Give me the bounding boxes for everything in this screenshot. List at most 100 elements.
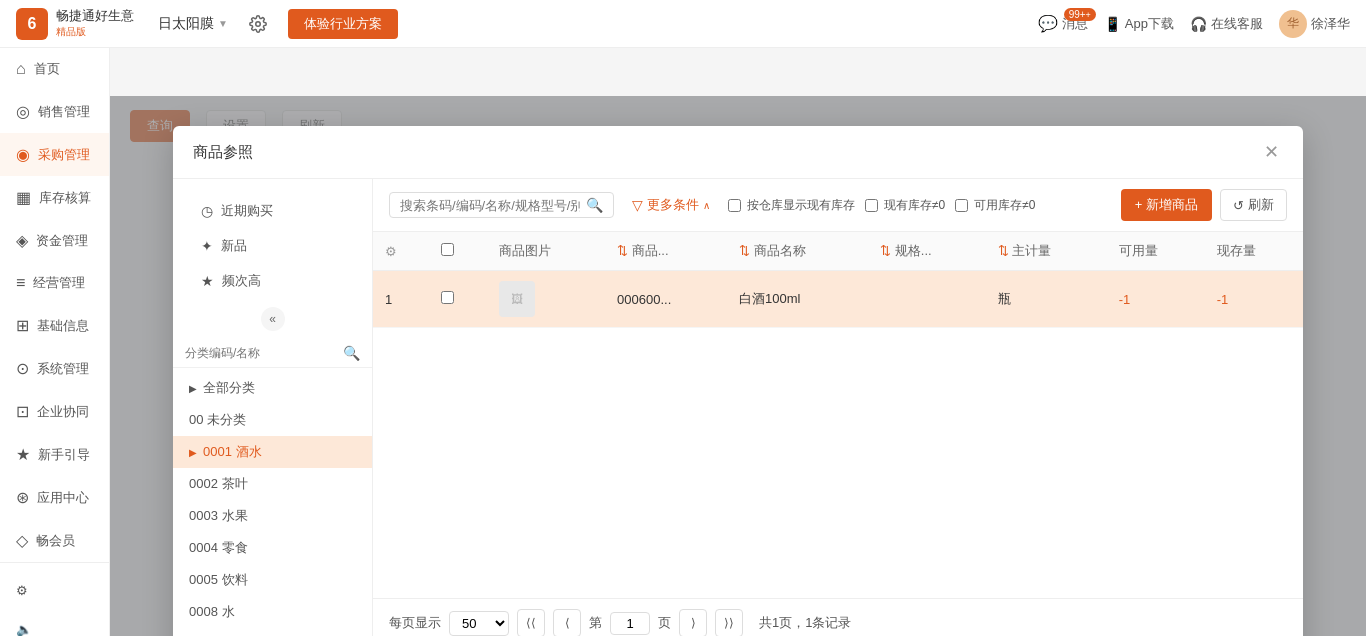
cat-item-0002[interactable]: 0002 茶叶	[173, 468, 372, 500]
collapse-btn[interactable]: «	[261, 307, 285, 331]
new-product-btn[interactable]: ✦ 新品	[189, 229, 356, 263]
last-page-btn[interactable]: ⟩⟩	[715, 609, 743, 636]
sidebar-guide-label: 新手引导	[38, 446, 90, 464]
select-all-checkbox[interactable]	[441, 243, 454, 256]
current-stock-checkbox-group[interactable]: 现有库存≠0	[865, 197, 945, 214]
modal-close-btn[interactable]: ✕	[1259, 140, 1283, 164]
sort-spec-icon[interactable]: ⇅	[880, 243, 891, 258]
cat-item-0008[interactable]: 0008 水	[173, 596, 372, 628]
nav-selector[interactable]: 日太阳膜 ▼	[146, 0, 240, 48]
app-name: 畅捷通好生意	[56, 8, 134, 25]
sidebar-item-purchase[interactable]: ◉ 采购管理	[0, 133, 109, 176]
basic-icon: ⊞	[16, 316, 29, 335]
available-stock-checkbox[interactable]	[955, 199, 968, 212]
volume-icon: 🔈	[16, 622, 32, 636]
selector-label: 日太阳膜	[158, 15, 214, 33]
cat-item-0010[interactable]: 0010 家电	[173, 628, 372, 636]
avatar: 华	[1279, 10, 1307, 38]
modal-header: 商品参照 ✕	[173, 126, 1303, 179]
frequent-btn[interactable]: ★ 频次高	[189, 264, 356, 298]
product-search-icon[interactable]: 🔍	[586, 197, 603, 213]
current-stock-label: 现有库存≠0	[884, 197, 945, 214]
filter-arrow: ∧	[703, 200, 710, 211]
th-available: 可用量	[1107, 232, 1205, 271]
category-search-icon[interactable]: 🔍	[343, 345, 360, 361]
cell-stock: -1	[1205, 271, 1303, 328]
table-row[interactable]: 1 🖼	[373, 271, 1303, 328]
product-table: ⚙ 商品图片 ⇅	[373, 232, 1303, 328]
toolbar-right: + 新增商品 ↺ 刷新	[1121, 189, 1287, 221]
star-icon: ★	[201, 273, 214, 289]
new-label: 新品	[221, 237, 247, 255]
by-warehouse-checkbox[interactable]	[728, 199, 741, 212]
refresh-btn[interactable]: ↺ 刷新	[1220, 189, 1287, 221]
online-service-label: 在线客服	[1211, 15, 1263, 33]
sidebar-item-inventory[interactable]: ▦ 库存核算	[0, 176, 109, 219]
settings-nav-btn[interactable]	[240, 6, 276, 42]
product-search-input[interactable]	[400, 198, 580, 213]
trial-button[interactable]: 体验行业方案	[288, 9, 398, 39]
sidebar-item-guide[interactable]: ★ 新手引导	[0, 433, 109, 476]
sidebar: ⌂ 首页 ◎ 销售管理 ◉ 采购管理 ▦ 库存核算 ◈ 资金管理 ≡ 经营管理 …	[0, 48, 110, 636]
frequent-label: 频次高	[222, 272, 261, 290]
sidebar-item-sales[interactable]: ◎ 销售管理	[0, 90, 109, 133]
sidebar-item-member[interactable]: ◇ 畅会员	[0, 519, 109, 562]
logo-icon: 6	[16, 8, 48, 40]
cell-code: 000600...	[605, 271, 727, 328]
th-image: 商品图片	[487, 232, 605, 271]
per-page-label: 每页显示	[389, 614, 441, 632]
app-download-btn[interactable]: 📱 App下载	[1104, 15, 1174, 33]
sidebar-item-finance[interactable]: ◈ 资金管理	[0, 219, 109, 262]
cat-item-0001[interactable]: ▶ 0001 酒水	[173, 436, 372, 468]
online-service-btn[interactable]: 🎧 在线客服	[1190, 15, 1263, 33]
sidebar-item-home[interactable]: ⌂ 首页	[0, 48, 109, 90]
filter-btn[interactable]: ▽ 更多条件 ∧	[624, 192, 718, 218]
available-stock-checkbox-group[interactable]: 可用库存≠0	[955, 197, 1035, 214]
sidebar-apps-label: 应用中心	[37, 489, 89, 507]
sidebar-bottom: ⚙ 🔈	[0, 562, 109, 636]
left-quick-nav: ◷ 近期购买 ✦ 新品 ★ 频次高	[173, 189, 372, 303]
current-stock-checkbox[interactable]	[865, 199, 878, 212]
sort-code-icon[interactable]: ⇅	[617, 243, 628, 258]
cat-item-0003[interactable]: 0003 水果	[173, 500, 372, 532]
sidebar-member-label: 畅会员	[36, 532, 75, 550]
recent-purchase-btn[interactable]: ◷ 近期购买	[189, 194, 356, 228]
sidebar-inventory-label: 库存核算	[39, 189, 91, 207]
page-number-input[interactable]	[610, 612, 650, 635]
category-search-input[interactable]	[185, 346, 343, 360]
prev-page-btn[interactable]: ⟨	[553, 609, 581, 636]
row-checkbox[interactable]	[441, 291, 454, 304]
next-page-btn[interactable]: ⟩	[679, 609, 707, 636]
user-avatar-btn[interactable]: 华 徐泽华	[1279, 10, 1350, 38]
cat-item-0004[interactable]: 0004 零食	[173, 532, 372, 564]
messages-badge: 99++	[1064, 8, 1096, 21]
recent-label: 近期购买	[221, 202, 273, 220]
cat-item-0005[interactable]: 0005 饮料	[173, 564, 372, 596]
sidebar-volume-btn[interactable]: 🔈	[0, 610, 109, 636]
sort-name-icon[interactable]: ⇅	[739, 243, 750, 258]
cat-item-all[interactable]: ▶ 全部分类	[173, 372, 372, 404]
by-warehouse-checkbox-group[interactable]: 按仓库显示现有库存	[728, 197, 855, 214]
purchase-icon: ◉	[16, 145, 30, 164]
table-settings-icon[interactable]: ⚙	[385, 244, 397, 259]
product-table-container: ⚙ 商品图片 ⇅	[373, 232, 1303, 598]
sidebar-item-operation[interactable]: ≡ 经营管理	[0, 262, 109, 304]
modal-title: 商品参照	[193, 143, 253, 162]
messages-btn[interactable]: 💬 消息 99++	[1038, 14, 1088, 33]
cat-item-00[interactable]: 00 未分类	[173, 404, 372, 436]
sidebar-item-basic[interactable]: ⊞ 基础信息	[0, 304, 109, 347]
logo-area: 6 畅捷通好生意 精品版	[16, 8, 146, 40]
sort-unit-icon[interactable]: ⇅	[998, 243, 1009, 258]
sidebar-item-apps[interactable]: ⊛ 应用中心	[0, 476, 109, 519]
sales-icon: ◎	[16, 102, 30, 121]
app-download-label: App下载	[1125, 15, 1174, 33]
add-product-btn[interactable]: + 新增商品	[1121, 189, 1212, 221]
per-page-select[interactable]: 50 100 200	[449, 611, 509, 636]
first-page-btn[interactable]: ⟨⟨	[517, 609, 545, 636]
sidebar-system-label: 系统管理	[37, 360, 89, 378]
sidebar-enterprise-label: 企业协同	[37, 403, 89, 421]
sidebar-settings-btn[interactable]: ⚙	[0, 571, 109, 610]
sidebar-item-system[interactable]: ⊙ 系统管理	[0, 347, 109, 390]
sidebar-item-enterprise[interactable]: ⊡ 企业协同	[0, 390, 109, 433]
top-nav: 6 畅捷通好生意 精品版 日太阳膜 ▼ 体验行业方案 💬 消息 99++ 📱 A…	[0, 0, 1366, 48]
